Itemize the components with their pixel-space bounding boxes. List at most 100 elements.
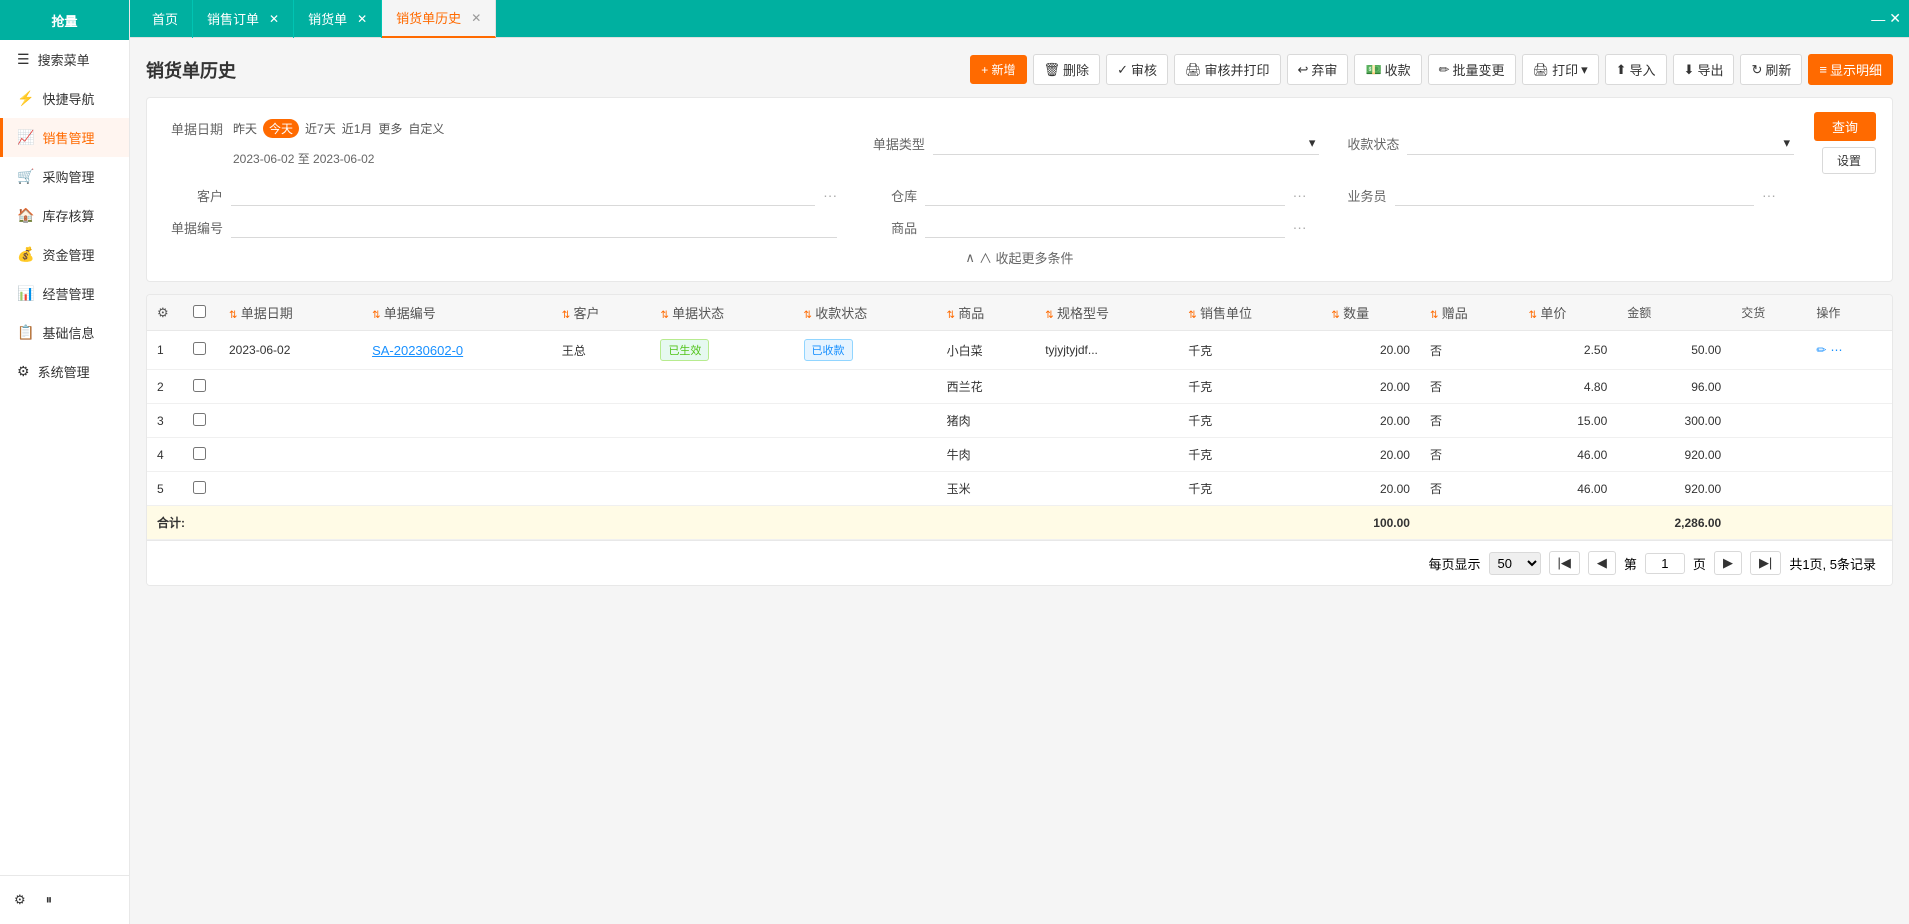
tabs-close-icon[interactable]: ✕ bbox=[1889, 10, 1901, 27]
col-checkbox[interactable] bbox=[183, 295, 219, 331]
import-button[interactable]: ⬆ 导入 bbox=[1605, 54, 1667, 85]
refresh-button[interactable]: ↻ 刷新 bbox=[1740, 54, 1802, 85]
row-checkbox-input[interactable] bbox=[193, 481, 206, 494]
prev-page-button[interactable]: ◀ bbox=[1588, 551, 1616, 575]
sidebar-item-sales-mgmt[interactable]: 📈 销售管理 bbox=[0, 118, 129, 157]
shortcut-today[interactable]: 今天 bbox=[263, 119, 299, 138]
tab-sales-goods[interactable]: 销货单 ✕ bbox=[294, 0, 382, 38]
approve-print-button[interactable]: 🖨 审核并打印 bbox=[1174, 54, 1281, 85]
collect-button[interactable]: 💵 收款 bbox=[1354, 54, 1421, 85]
row-doc-no bbox=[362, 404, 552, 438]
next-page-button[interactable]: ▶ bbox=[1714, 551, 1742, 575]
close-sales-goods-tab[interactable]: ✕ bbox=[357, 12, 367, 26]
purchase-mgmt-icon: 🛒 bbox=[17, 168, 34, 185]
col-sales-unit[interactable]: ⇅ 销售单位 bbox=[1178, 295, 1321, 331]
col-doc-no[interactable]: ⇅ 单据编号 bbox=[362, 295, 552, 331]
col-spec[interactable]: ⇅ 规格型号 bbox=[1035, 295, 1178, 331]
sidebar-item-finance[interactable]: 💰 资金管理 bbox=[0, 235, 129, 274]
shortcut-7days[interactable]: 近7天 bbox=[305, 120, 336, 137]
row-checkbox[interactable] bbox=[183, 331, 219, 370]
sidebar-item-inventory[interactable]: 🏠 库存核算 bbox=[0, 196, 129, 235]
row-checkbox[interactable] bbox=[183, 370, 219, 404]
export-button[interactable]: ⬇ 导出 bbox=[1673, 54, 1735, 85]
row-checkbox-input[interactable] bbox=[193, 379, 206, 392]
row-action: ✏⋯ bbox=[1806, 331, 1892, 370]
row-amount: 300.00 bbox=[1617, 404, 1731, 438]
warehouse-label: 仓库 bbox=[857, 186, 917, 205]
sidebar-item-quick-nav[interactable]: ⚡ 快捷导航 bbox=[0, 79, 129, 118]
table-settings-icon[interactable]: ⚙ bbox=[157, 305, 169, 320]
col-quantity[interactable]: ⇅ 数量 bbox=[1321, 295, 1420, 331]
row-checkbox-input[interactable] bbox=[193, 342, 206, 355]
tab-sales-order[interactable]: 销售订单 ✕ bbox=[193, 0, 294, 38]
abandon-button[interactable]: ↩ 弃审 bbox=[1287, 54, 1349, 85]
payment-status-badge: 已收款 bbox=[804, 339, 853, 361]
doc-no-link[interactable]: SA-20230602-0 bbox=[372, 343, 463, 358]
query-button[interactable]: 查询 bbox=[1814, 112, 1876, 141]
shortcut-custom[interactable]: 自定义 bbox=[408, 120, 444, 137]
doc-type-select[interactable]: ▾ bbox=[933, 132, 1320, 155]
filter-date: 单据日期 昨天 今天 近7天 近1月 更多 自定义 2023-06-02 至 2… bbox=[163, 119, 845, 167]
doc-no-input[interactable] bbox=[231, 216, 837, 238]
payment-status-label: 收款状态 bbox=[1339, 134, 1399, 153]
sort-icon-unit-price: ⇅ bbox=[1529, 310, 1537, 321]
summary-spacer5 bbox=[1806, 506, 1892, 540]
row-checkbox-input[interactable] bbox=[193, 413, 206, 426]
tabs-minimize-icon[interactable]: — bbox=[1871, 11, 1885, 27]
per-page-select[interactable]: 50 100 200 bbox=[1489, 552, 1541, 575]
collapse-button[interactable]: ∧ ∧ 收起更多条件 bbox=[965, 248, 1073, 267]
print-dropdown-icon: ▾ bbox=[1581, 62, 1588, 78]
col-settings[interactable]: ⚙ bbox=[147, 295, 183, 331]
batch-change-button[interactable]: ✏ 批量变更 bbox=[1428, 54, 1516, 85]
sidebar-item-purchase-mgmt[interactable]: 🛒 采购管理 bbox=[0, 157, 129, 196]
settings-button[interactable]: 设置 bbox=[1822, 147, 1876, 174]
col-unit-price[interactable]: ⇅ 单价 bbox=[1519, 295, 1618, 331]
col-payment-status[interactable]: ⇅ 收款状态 bbox=[794, 295, 937, 331]
delete-button[interactable]: 🗑 删除 bbox=[1033, 54, 1101, 85]
sidebar-bottom-settings[interactable]: ⚙ ⏸ bbox=[0, 884, 129, 916]
salesperson-picker-icon[interactable]: ··· bbox=[1762, 187, 1776, 203]
payment-status-select[interactable]: ▾ bbox=[1407, 132, 1794, 155]
warehouse-input[interactable] bbox=[925, 184, 1284, 206]
tab-home[interactable]: 首页 bbox=[138, 0, 193, 38]
print-button[interactable]: 🖨 打印 ▾ bbox=[1522, 54, 1599, 85]
row-checkbox[interactable] bbox=[183, 472, 219, 506]
approve-button[interactable]: ✓ 审核 bbox=[1106, 54, 1168, 85]
warehouse-picker-icon[interactable]: ··· bbox=[1293, 187, 1307, 203]
salesperson-input[interactable] bbox=[1395, 184, 1754, 206]
goods-picker-icon[interactable]: ··· bbox=[1293, 219, 1307, 235]
close-sales-history-tab[interactable]: ✕ bbox=[471, 11, 481, 25]
customer-input[interactable] bbox=[231, 184, 815, 206]
shortcut-more[interactable]: 更多 bbox=[378, 120, 402, 137]
last-page-button[interactable]: ▶| bbox=[1750, 551, 1781, 575]
query-actions: 查询 设置 bbox=[1814, 112, 1876, 174]
more-action[interactable]: ⋯ bbox=[1830, 343, 1842, 357]
row-checkbox-input[interactable] bbox=[193, 447, 206, 460]
sidebar-item-basic-info[interactable]: 📋 基础信息 bbox=[0, 313, 129, 352]
col-customer[interactable]: ⇅ 客户 bbox=[552, 295, 651, 331]
col-doc-date[interactable]: ⇅ 单据日期 bbox=[219, 295, 362, 331]
row-checkbox[interactable] bbox=[183, 438, 219, 472]
col-gift[interactable]: ⇅ 赠品 bbox=[1420, 295, 1519, 331]
sidebar-item-search-menu[interactable]: ☰ 搜索菜单 bbox=[0, 40, 129, 79]
row-sales-unit: 千克 bbox=[1178, 331, 1321, 370]
col-goods[interactable]: ⇅ 商品 bbox=[937, 295, 1036, 331]
shortcut-yesterday[interactable]: 昨天 bbox=[233, 120, 257, 137]
sidebar-item-sys-mgmt[interactable]: ⚙ 系统管理 bbox=[0, 352, 129, 391]
select-all-checkbox[interactable] bbox=[193, 305, 206, 318]
row-checkbox[interactable] bbox=[183, 404, 219, 438]
col-doc-status[interactable]: ⇅ 单据状态 bbox=[650, 295, 793, 331]
customer-picker-icon[interactable]: ··· bbox=[823, 187, 837, 203]
first-page-button[interactable]: |◀ bbox=[1549, 551, 1580, 575]
show-detail-button[interactable]: ≡ 显示明细 bbox=[1808, 54, 1893, 85]
row-goods: 小白菜 bbox=[937, 331, 1036, 370]
edit-action[interactable]: ✏ bbox=[1816, 343, 1826, 357]
tab-sales-history[interactable]: 销货单历史 ✕ bbox=[382, 0, 496, 38]
close-sales-order-tab[interactable]: ✕ bbox=[269, 12, 279, 26]
sidebar-item-operation[interactable]: 📊 经营管理 bbox=[0, 274, 129, 313]
new-button[interactable]: + 新增 bbox=[970, 55, 1026, 84]
row-sales-unit: 千克 bbox=[1178, 404, 1321, 438]
goods-input[interactable] bbox=[925, 216, 1284, 238]
page-input[interactable]: 1 bbox=[1645, 553, 1685, 574]
shortcut-1month[interactable]: 近1月 bbox=[342, 120, 373, 137]
